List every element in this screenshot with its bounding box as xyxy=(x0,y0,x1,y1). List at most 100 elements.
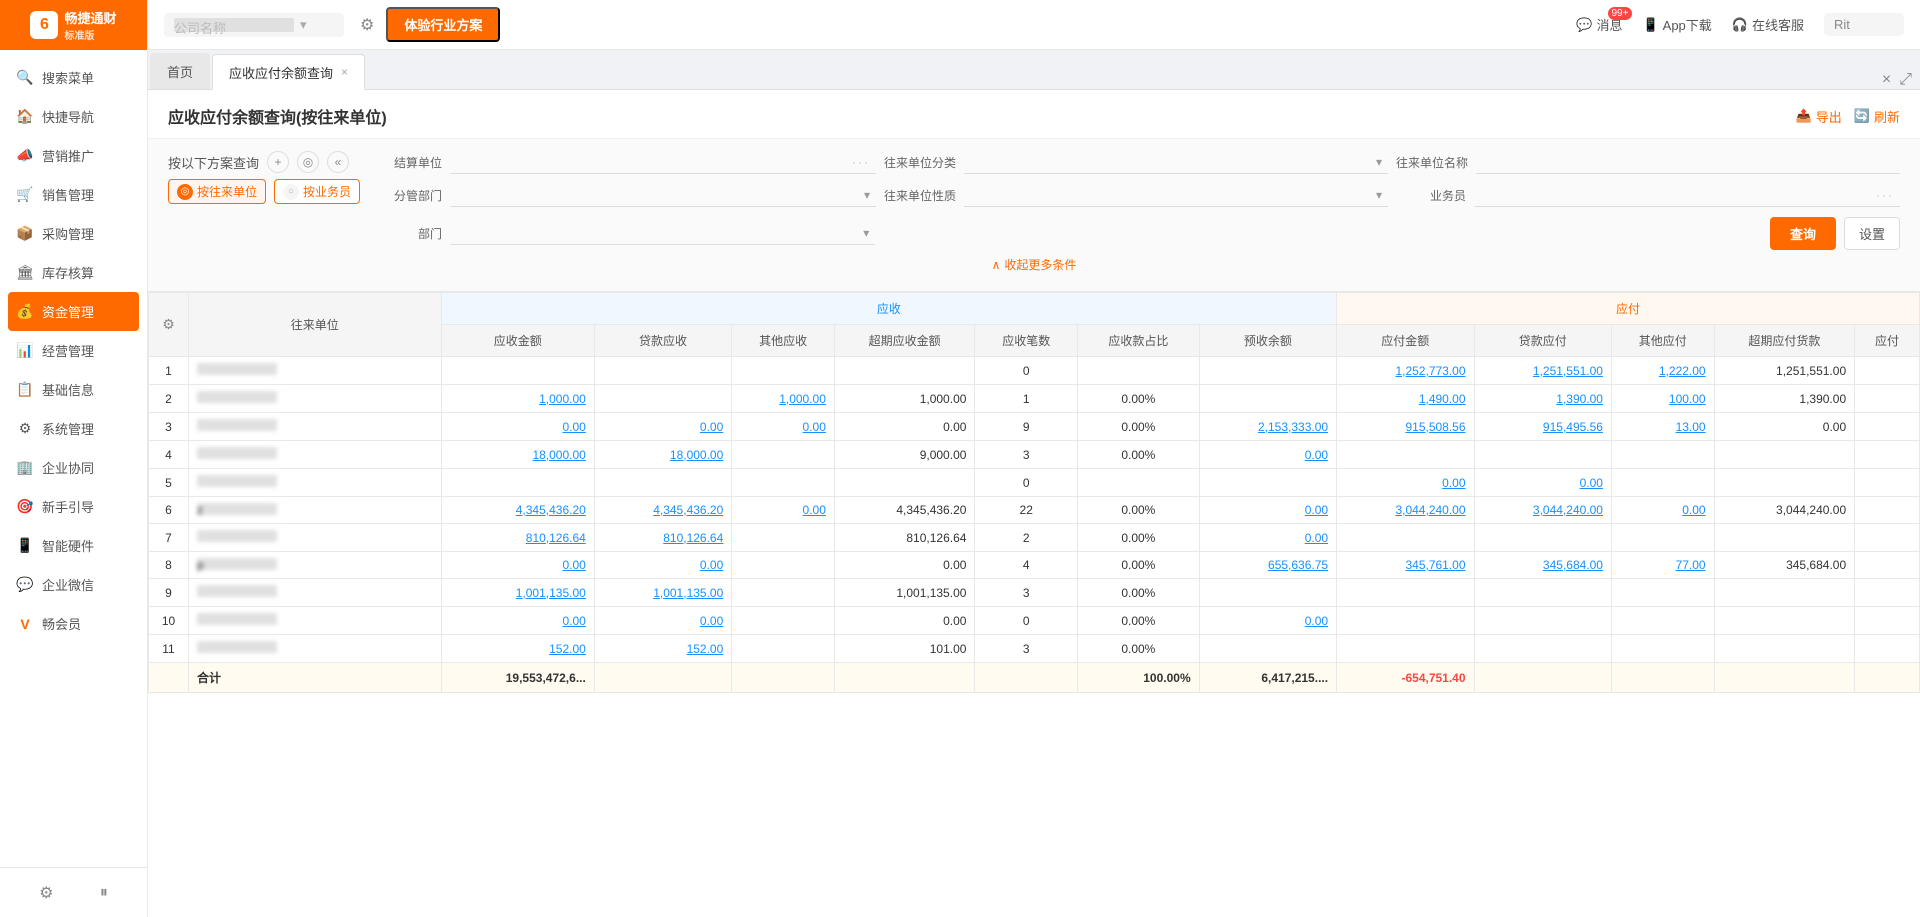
online-service-button[interactable]: 🎧 在线客服 xyxy=(1732,15,1804,34)
enterprise-icon: 🏢 xyxy=(16,459,34,477)
tab-home[interactable]: 首页 xyxy=(150,53,210,89)
sidebar-item-operations[interactable]: 📊 经营管理 xyxy=(0,331,147,370)
main-content: 应收应付余额查询(按往来单位) 📤 导出 🔄 刷新 按以下方案查询 + xyxy=(148,90,1920,917)
export-icon: 📤 xyxy=(1796,108,1812,124)
partner-nature-label: 往来单位性质 xyxy=(884,187,956,204)
home-icon: 🏠 xyxy=(16,108,34,126)
sidebar-label-basic-info: 基础信息 xyxy=(42,380,94,399)
capital-icon: 💰 xyxy=(16,303,34,321)
tab-ar-ap[interactable]: 应收应付余额查询 × xyxy=(212,54,365,90)
sidebar-item-inventory[interactable]: 🏛 库存核算 xyxy=(0,253,147,292)
sidebar-label-wechat: 企业微信 xyxy=(42,575,94,594)
partner-name xyxy=(189,607,442,635)
partner-name-input[interactable] xyxy=(1476,151,1900,174)
sidebar-settings-button[interactable]: ⚙ xyxy=(39,883,53,903)
query-button[interactable]: 查询 xyxy=(1770,217,1836,250)
filter-row-2: 分管部门 ▾ 往来单位性质 ▾ 业务员 ··· xyxy=(372,184,1900,207)
scheme-add-button[interactable]: + xyxy=(267,151,289,173)
scheme-tag-by-staff[interactable]: ○ 按业务员 xyxy=(274,179,360,204)
collapse-section: ∧ 收起更多条件 xyxy=(168,250,1900,279)
sidebar-item-capital[interactable]: 💰 资金管理 xyxy=(8,292,139,331)
footer-label: 合计 xyxy=(189,663,442,693)
page-actions: 📤 导出 🔄 刷新 xyxy=(1796,107,1900,126)
partner-cat-select[interactable]: ▾ xyxy=(964,151,1388,174)
sidebar-item-enterprise[interactable]: 🏢 企业协同 xyxy=(0,448,147,487)
sidebar-item-quick-nav[interactable]: 🏠 快捷导航 xyxy=(0,97,147,136)
scheme-settings-button[interactable]: ◎ xyxy=(297,151,319,173)
table-row: 6z4,345,436.204,345,436.200.004,345,436.… xyxy=(149,497,1920,524)
filter-field-settlement: 结算单位 ··· xyxy=(372,151,876,174)
table-settings-icon[interactable]: ⚙ xyxy=(162,316,175,332)
topbar-settings-icon[interactable]: ⚙ xyxy=(360,15,374,35)
table-row: 91,001,135.001,001,135.001,001,135.0030.… xyxy=(149,579,1920,607)
sidebar-collapse-button[interactable]: ⏸ xyxy=(100,884,108,902)
table-row: 7810,126.64810,126.64810,126.6420.00%0.0… xyxy=(149,524,1920,552)
dropdown-arrow-icon2: ▾ xyxy=(864,188,870,202)
th-ap-overdue: 超期应付货款 xyxy=(1714,325,1855,357)
tabbar: 首页 应收应付余额查询 × × ⤢ xyxy=(148,50,1920,90)
table-wrapper[interactable]: ⚙ 往来单位 应收 应付 应收金额 贷款应收 其他应收 超期应收金额 应收笔数 … xyxy=(148,292,1920,917)
dept-manager-label: 分管部门 xyxy=(372,187,442,204)
scheme-label-text: 按以下方案查询 xyxy=(168,153,259,172)
scheme-left-button[interactable]: « xyxy=(327,151,349,173)
app-download-button[interactable]: 📱 App下载 xyxy=(1642,15,1711,34)
th-ar-loan: 贷款应收 xyxy=(594,325,731,357)
salesperson-input[interactable]: ··· xyxy=(1474,184,1900,207)
service-label: 在线客服 xyxy=(1752,15,1804,34)
settings-button[interactable]: 设置 xyxy=(1844,217,1900,250)
settlement-input[interactable]: ··· xyxy=(450,151,876,174)
sidebar-item-purchase[interactable]: 📦 采购管理 xyxy=(0,214,147,253)
sales-icon: 🛒 xyxy=(16,186,34,204)
filter-scheme-label: 按以下方案查询 + ◎ « xyxy=(168,151,360,173)
table-row: 100.000.000.0000.00%0.00 xyxy=(149,607,1920,635)
export-button[interactable]: 📤 导出 xyxy=(1796,107,1842,126)
dept-manager-select[interactable]: ▾ xyxy=(450,184,876,207)
refresh-button[interactable]: 🔄 刷新 xyxy=(1854,107,1900,126)
footer-ar-prepaid: 6,417,215.... xyxy=(1199,663,1336,693)
tabbar-expand-button[interactable]: ⤢ xyxy=(1899,71,1912,89)
sidebar-item-hardware[interactable]: 📱 智能硬件 xyxy=(0,526,147,565)
promo-button[interactable]: 体验行业方案 xyxy=(386,7,500,42)
logo-icon: 6 xyxy=(30,11,58,39)
tab-home-label: 首页 xyxy=(167,62,193,81)
collapse-button[interactable]: ∧ 收起更多条件 xyxy=(986,250,1083,279)
table-row: 418,000.0018,000.009,000.0030.00%0.00 xyxy=(149,441,1920,469)
sidebar-item-sales[interactable]: 🛒 销售管理 xyxy=(0,175,147,214)
sidebar-item-guide[interactable]: 🎯 新手引导 xyxy=(0,487,147,526)
footer-ar-ratio: 100.00% xyxy=(1078,663,1200,693)
phone-icon: 📱 xyxy=(1642,17,1658,33)
footer-ap-total: -654,751.40 xyxy=(1337,663,1474,693)
partner-nature-select[interactable]: ▾ xyxy=(964,184,1388,207)
dept-select[interactable]: ▾ xyxy=(450,222,875,245)
sidebar-item-marketing[interactable]: 📣 营销推广 xyxy=(0,136,147,175)
basic-info-icon: 📋 xyxy=(16,381,34,399)
scheme-tag-by-unit[interactable]: ◎ 按往来单位 xyxy=(168,179,266,204)
scheme-tag-radio-icon: ○ xyxy=(283,184,299,200)
wechat-icon: 💬 xyxy=(16,576,34,594)
filter-field-dept-manager: 分管部门 ▾ xyxy=(372,184,876,207)
user-menu[interactable]: Rit xyxy=(1824,13,1904,36)
company-selector[interactable]: 公司名称 ▾ xyxy=(164,13,344,37)
table-row: 11152.00152.00101.0030.00% xyxy=(149,635,1920,663)
refresh-icon: 🔄 xyxy=(1854,108,1870,124)
partner-name-label: 往来单位名称 xyxy=(1396,154,1468,171)
sidebar-item-system[interactable]: ⚙ 系统管理 xyxy=(0,409,147,448)
tab-close-icon[interactable]: × xyxy=(341,65,348,79)
sidebar-label-guide: 新手引导 xyxy=(42,497,94,516)
sidebar-item-search[interactable]: 🔍 搜索菜单 xyxy=(0,58,147,97)
tabbar-close-button[interactable]: × xyxy=(1882,71,1891,89)
salesperson-label: 业务员 xyxy=(1396,187,1466,204)
sidebar-label-search: 搜索菜单 xyxy=(42,68,94,87)
th-ar-amount: 应收金额 xyxy=(441,325,594,357)
sidebar-item-basic-info[interactable]: 📋 基础信息 xyxy=(0,370,147,409)
sidebar-label-quick-nav: 快捷导航 xyxy=(42,107,94,126)
table-row: 500.000.00 xyxy=(149,469,1920,497)
table-row: 21,000.001,000.001,000.0010.00%1,490.001… xyxy=(149,385,1920,413)
sidebar-item-member[interactable]: V 畅会员 xyxy=(0,604,147,643)
sidebar-label-inventory: 库存核算 xyxy=(42,263,94,282)
sidebar-label-purchase: 采购管理 xyxy=(42,224,94,243)
message-button[interactable]: 💬 消息 99+ xyxy=(1576,15,1622,34)
sidebar-item-wechat[interactable]: 💬 企业微信 xyxy=(0,565,147,604)
filter-field-partner-cat: 往来单位分类 ▾ xyxy=(884,151,1388,174)
scheme-tag-icon: ◎ xyxy=(177,184,193,200)
